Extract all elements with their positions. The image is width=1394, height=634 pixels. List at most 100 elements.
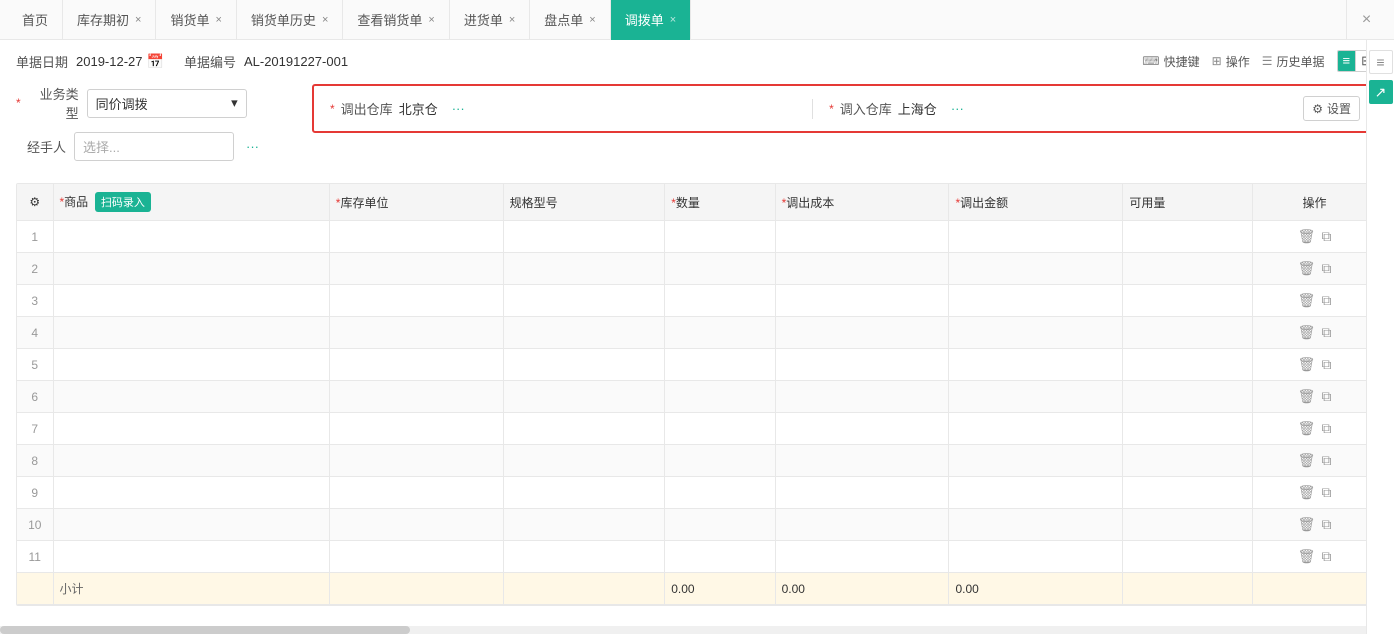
operation-icon: ⊞ — [1212, 54, 1222, 68]
handler-input[interactable]: 选择... — [74, 132, 234, 161]
th-cost: *调出成本 — [775, 184, 949, 221]
copy-icon[interactable]: ⧉ — [1321, 516, 1331, 533]
history-button[interactable]: ☰ 历史单据 — [1262, 53, 1325, 70]
th-settings[interactable]: ⚙ — [17, 184, 53, 221]
tab-close-transfer-order[interactable]: × — [670, 14, 676, 26]
copy-icon[interactable]: ⧉ — [1321, 356, 1331, 373]
window-close-button[interactable]: × — [1346, 0, 1386, 40]
delete-icon[interactable]: 🗑 — [1298, 548, 1316, 565]
delete-icon[interactable]: 🗑 — [1298, 388, 1316, 405]
warehouse-out-value: 北京仓 — [399, 99, 438, 118]
tab-close-sales-order[interactable]: × — [215, 14, 221, 26]
main-content: 单据日期 2019-12-27 📅 单据编号 AL-20191227-001 ⌨… — [0, 40, 1394, 616]
delete-icon[interactable]: 🗑 — [1298, 260, 1316, 277]
copy-icon[interactable]: ⧉ — [1321, 292, 1331, 309]
business-type-row: * 业务类型 同价调拨 ▾ — [16, 84, 296, 122]
handler-row: 经手人 选择... ··· — [16, 132, 296, 161]
scroll-bar[interactable] — [0, 626, 1366, 634]
copy-icon[interactable]: ⧉ — [1321, 548, 1331, 565]
th-amount: *调出金额 — [949, 184, 1123, 221]
tab-bar: 首页 库存期初 × 销货单 × 销货单历史 × 查看销货单 × 进货单 × 盘点… — [0, 0, 1394, 40]
th-unit: *库存单位 — [329, 184, 503, 221]
copy-icon[interactable]: ⧉ — [1321, 420, 1331, 437]
delete-icon[interactable]: 🗑 — [1298, 292, 1316, 309]
form-left: * 业务类型 同价调拨 ▾ 经手人 选择... ··· — [16, 84, 296, 171]
tab-close-purchase-order[interactable]: × — [509, 14, 515, 26]
tab-inventory-init[interactable]: 库存期初 × — [63, 0, 156, 40]
subtotal-qty: 0.00 — [665, 573, 775, 605]
delete-icon[interactable]: 🗑 — [1298, 324, 1316, 341]
handler-more[interactable]: ··· — [246, 139, 259, 154]
table-row: 2🗑⧉ — [17, 253, 1377, 285]
tab-inventory-check[interactable]: 盘点单 × — [530, 0, 610, 40]
tab-view-sales[interactable]: 查看销货单 × — [343, 0, 449, 40]
delete-icon[interactable]: 🗑 — [1298, 228, 1316, 245]
sidebar-export-button[interactable]: ↗ — [1369, 80, 1393, 104]
business-type-label: 业务类型 — [29, 84, 79, 122]
operation-button[interactable]: ⊞ 操作 — [1212, 53, 1250, 70]
subtotal-amount: 0.00 — [949, 573, 1123, 605]
copy-icon[interactable]: ⧉ — [1321, 324, 1331, 341]
copy-icon[interactable]: ⧉ — [1321, 484, 1331, 501]
th-qty: *数量 — [665, 184, 775, 221]
table-row: 4🗑⧉ — [17, 317, 1377, 349]
date-field-group: 单据日期 2019-12-27 📅 — [16, 52, 164, 71]
delete-icon[interactable]: 🗑 — [1298, 420, 1316, 437]
doc-no-value: AL-20191227-001 — [244, 54, 348, 69]
doc-no-field-group: 单据编号 AL-20191227-001 — [184, 52, 348, 71]
warehouse-in-field: * 调入仓库 上海仓 ··· — [829, 99, 1295, 118]
tab-transfer-order[interactable]: 调拨单 × — [611, 0, 691, 40]
table-row: 11🗑⧉ — [17, 541, 1377, 573]
warehouse-box: * 调出仓库 北京仓 ··· * 调入仓库 上海仓 ··· ⚙ 设置 — [312, 84, 1378, 133]
tab-close-inventory-check[interactable]: × — [589, 14, 595, 26]
calendar-icon[interactable]: 📅 — [147, 53, 164, 70]
shortcut-button[interactable]: ⌨ 快捷键 — [1142, 53, 1199, 70]
th-available: 可用量 — [1123, 184, 1253, 221]
settings-button[interactable]: ⚙ 设置 — [1303, 96, 1360, 121]
header-row: 单据日期 2019-12-27 📅 单据编号 AL-20191227-001 ⌨… — [16, 50, 1378, 72]
right-sidebar: ≡ ↗ — [1366, 40, 1394, 634]
tab-purchase-order[interactable]: 进货单 × — [450, 0, 530, 40]
date-label: 单据日期 — [16, 52, 68, 71]
table-header-row: ⚙ *商品 扫码录入 *库存单位 规格型号 *数量 *调出成本 — [17, 184, 1377, 221]
table-row: 3🗑⧉ — [17, 285, 1377, 317]
table-row: 7🗑⧉ — [17, 413, 1377, 445]
view-toggle-list[interactable]: ≡ — [1338, 51, 1357, 71]
copy-icon[interactable]: ⧉ — [1321, 452, 1331, 469]
warehouse-divider — [812, 99, 813, 119]
table-row: 9🗑⧉ — [17, 477, 1377, 509]
header-actions: ⌨ 快捷键 ⊞ 操作 ☰ 历史单据 ≡ ⊞ — [1142, 50, 1378, 72]
warehouse-out-more[interactable]: ··· — [452, 101, 465, 116]
tab-home[interactable]: 首页 — [8, 0, 63, 40]
delete-icon[interactable]: 🗑 — [1298, 516, 1316, 533]
sidebar-list-button[interactable]: ≡ — [1369, 50, 1393, 74]
business-type-select[interactable]: 同价调拨 ▾ — [87, 89, 247, 118]
warehouse-in-more[interactable]: ··· — [951, 101, 964, 116]
copy-icon[interactable]: ⧉ — [1321, 228, 1331, 245]
delete-icon[interactable]: 🗑 — [1298, 356, 1316, 373]
table-row: 6🗑⧉ — [17, 381, 1377, 413]
tab-close-inventory-init[interactable]: × — [135, 14, 141, 26]
subtotal-cost: 0.00 — [775, 573, 949, 605]
copy-icon[interactable]: ⧉ — [1321, 260, 1331, 277]
scan-button[interactable]: 扫码录入 — [95, 192, 151, 212]
tab-close-view-sales[interactable]: × — [428, 14, 434, 26]
th-operations: 操作 — [1253, 184, 1377, 221]
settings-gear-icon[interactable]: ⚙ — [29, 195, 40, 209]
table-row: 1🗑⧉ — [17, 221, 1377, 253]
delete-icon[interactable]: 🗑 — [1298, 452, 1316, 469]
subtotal-row: 小计 0.00 0.00 0.00 — [17, 573, 1377, 605]
tab-sales-order[interactable]: 销货单 × — [156, 0, 236, 40]
doc-no-label: 单据编号 — [184, 52, 236, 71]
scroll-thumb[interactable] — [0, 626, 410, 634]
tab-close-sales-history[interactable]: × — [322, 14, 328, 26]
copy-icon[interactable]: ⧉ — [1321, 388, 1331, 405]
tab-sales-history[interactable]: 销货单历史 × — [237, 0, 343, 40]
warehouse-out-field: * 调出仓库 北京仓 ··· — [330, 99, 796, 118]
delete-icon[interactable]: 🗑 — [1298, 484, 1316, 501]
subtotal-label: 小计 — [53, 573, 329, 605]
th-product: *商品 扫码录入 — [53, 184, 329, 221]
warehouse-out-required: * — [330, 102, 335, 116]
data-table-container: ⚙ *商品 扫码录入 *库存单位 规格型号 *数量 *调出成本 — [16, 183, 1378, 606]
table-body: 1🗑⧉ 2🗑⧉ 3🗑⧉ 4🗑⧉ 5🗑⧉ 6🗑⧉ 7🗑⧉ 8🗑⧉ 9🗑⧉ 10🗑⧉… — [17, 221, 1377, 605]
